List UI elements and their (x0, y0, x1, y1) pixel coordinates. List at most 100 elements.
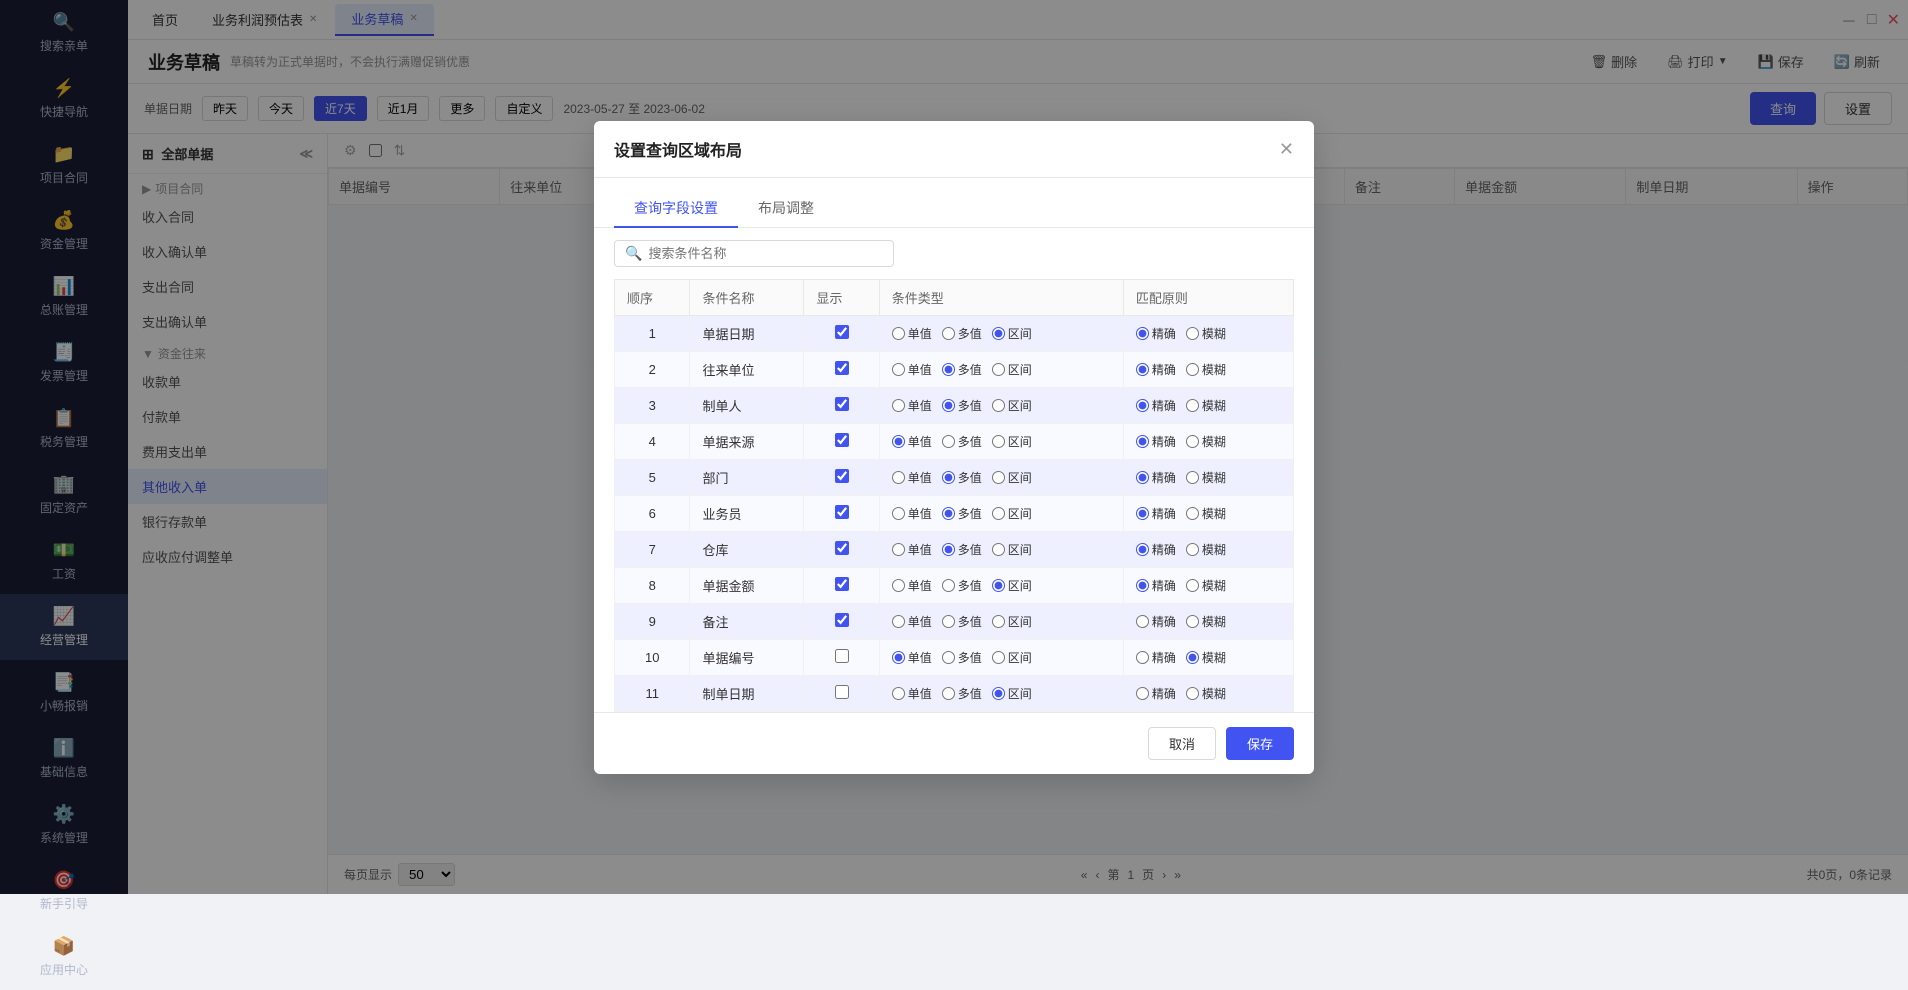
match-radio-item[interactable]: 精确 (1136, 649, 1176, 666)
type-radio[interactable] (992, 507, 1005, 520)
type-radio-item[interactable]: 区间 (992, 649, 1032, 666)
match-radio[interactable] (1136, 435, 1149, 448)
type-radio[interactable] (992, 327, 1005, 340)
type-radio[interactable] (892, 507, 905, 520)
match-radio-item[interactable]: 精确 (1136, 397, 1176, 414)
type-radio[interactable] (892, 471, 905, 484)
type-radio-item[interactable]: 多值 (942, 541, 982, 558)
match-radio-item[interactable]: 模糊 (1186, 613, 1226, 630)
type-radio[interactable] (892, 579, 905, 592)
type-radio-item[interactable]: 多值 (942, 577, 982, 594)
type-radio-item[interactable]: 多值 (942, 613, 982, 630)
type-radio-item[interactable]: 多值 (942, 649, 982, 666)
match-radio[interactable] (1186, 327, 1199, 340)
match-radio-item[interactable]: 精确 (1136, 613, 1176, 630)
match-radio-item[interactable]: 精确 (1136, 325, 1176, 342)
type-radio[interactable] (992, 579, 1005, 592)
type-radio[interactable] (992, 435, 1005, 448)
type-radio-item[interactable]: 单值 (892, 613, 932, 630)
show-checkbox[interactable] (835, 469, 849, 483)
type-radio[interactable] (892, 651, 905, 664)
type-radio-item[interactable]: 区间 (992, 397, 1032, 414)
show-checkbox[interactable] (835, 649, 849, 663)
match-radio[interactable] (1136, 363, 1149, 376)
type-radio[interactable] (892, 543, 905, 556)
type-radio-item[interactable]: 多值 (942, 505, 982, 522)
match-radio-item[interactable]: 模糊 (1186, 505, 1226, 522)
sidebar-item-app-center[interactable]: 📦 应用中心 (0, 924, 128, 990)
match-radio-item[interactable]: 模糊 (1186, 325, 1226, 342)
type-radio[interactable] (942, 687, 955, 700)
type-radio[interactable] (942, 435, 955, 448)
match-radio[interactable] (1186, 651, 1199, 664)
type-radio-item[interactable]: 单值 (892, 469, 932, 486)
type-radio-item[interactable]: 单值 (892, 649, 932, 666)
type-radio-item[interactable]: 多值 (942, 433, 982, 450)
type-radio[interactable] (942, 363, 955, 376)
type-radio-item[interactable]: 区间 (992, 361, 1032, 378)
type-radio-item[interactable]: 多值 (942, 469, 982, 486)
match-radio[interactable] (1186, 399, 1199, 412)
type-radio-item[interactable]: 区间 (992, 685, 1032, 702)
match-radio[interactable] (1186, 471, 1199, 484)
type-radio-item[interactable]: 区间 (992, 577, 1032, 594)
save-button[interactable]: 保存 (1226, 727, 1294, 760)
show-checkbox[interactable] (835, 613, 849, 627)
modal-tab-layout-adjust[interactable]: 布局调整 (738, 190, 834, 228)
match-radio-item[interactable]: 精确 (1136, 361, 1176, 378)
match-radio-item[interactable]: 精确 (1136, 505, 1176, 522)
show-checkbox[interactable] (835, 505, 849, 519)
type-radio-item[interactable]: 区间 (992, 613, 1032, 630)
type-radio[interactable] (892, 435, 905, 448)
match-radio-item[interactable]: 精确 (1136, 469, 1176, 486)
match-radio[interactable] (1186, 435, 1199, 448)
type-radio[interactable] (992, 687, 1005, 700)
match-radio[interactable] (1136, 471, 1149, 484)
type-radio[interactable] (992, 363, 1005, 376)
type-radio[interactable] (942, 651, 955, 664)
type-radio[interactable] (942, 399, 955, 412)
show-checkbox[interactable] (835, 325, 849, 339)
type-radio-item[interactable]: 多值 (942, 361, 982, 378)
modal-tab-field-settings[interactable]: 查询字段设置 (614, 190, 738, 228)
match-radio[interactable] (1136, 543, 1149, 556)
match-radio[interactable] (1136, 507, 1149, 520)
match-radio[interactable] (1136, 651, 1149, 664)
type-radio[interactable] (942, 507, 955, 520)
match-radio[interactable] (1186, 579, 1199, 592)
match-radio-item[interactable]: 模糊 (1186, 649, 1226, 666)
type-radio[interactable] (942, 327, 955, 340)
match-radio[interactable] (1186, 507, 1199, 520)
type-radio-item[interactable]: 单值 (892, 685, 932, 702)
type-radio-item[interactable]: 单值 (892, 361, 932, 378)
modal-close-btn[interactable]: ✕ (1279, 140, 1294, 158)
type-radio[interactable] (942, 615, 955, 628)
type-radio-item[interactable]: 单值 (892, 325, 932, 342)
show-checkbox[interactable] (835, 433, 849, 447)
type-radio-item[interactable]: 区间 (992, 505, 1032, 522)
type-radio-item[interactable]: 区间 (992, 469, 1032, 486)
type-radio-item[interactable]: 单值 (892, 433, 932, 450)
match-radio[interactable] (1136, 399, 1149, 412)
match-radio[interactable] (1136, 615, 1149, 628)
match-radio-item[interactable]: 精确 (1136, 577, 1176, 594)
type-radio[interactable] (992, 399, 1005, 412)
type-radio[interactable] (942, 471, 955, 484)
match-radio[interactable] (1136, 687, 1149, 700)
match-radio-item[interactable]: 模糊 (1186, 397, 1226, 414)
type-radio[interactable] (892, 363, 905, 376)
match-radio-item[interactable]: 精确 (1136, 433, 1176, 450)
match-radio-item[interactable]: 模糊 (1186, 469, 1226, 486)
show-checkbox[interactable] (835, 541, 849, 555)
show-checkbox[interactable] (835, 577, 849, 591)
type-radio-item[interactable]: 多值 (942, 325, 982, 342)
match-radio[interactable] (1186, 363, 1199, 376)
type-radio-item[interactable]: 区间 (992, 541, 1032, 558)
type-radio-item[interactable]: 单值 (892, 541, 932, 558)
match-radio-item[interactable]: 模糊 (1186, 541, 1226, 558)
show-checkbox[interactable] (835, 685, 849, 699)
type-radio-item[interactable]: 单值 (892, 577, 932, 594)
type-radio[interactable] (992, 543, 1005, 556)
match-radio-item[interactable]: 模糊 (1186, 361, 1226, 378)
type-radio-item[interactable]: 多值 (942, 685, 982, 702)
